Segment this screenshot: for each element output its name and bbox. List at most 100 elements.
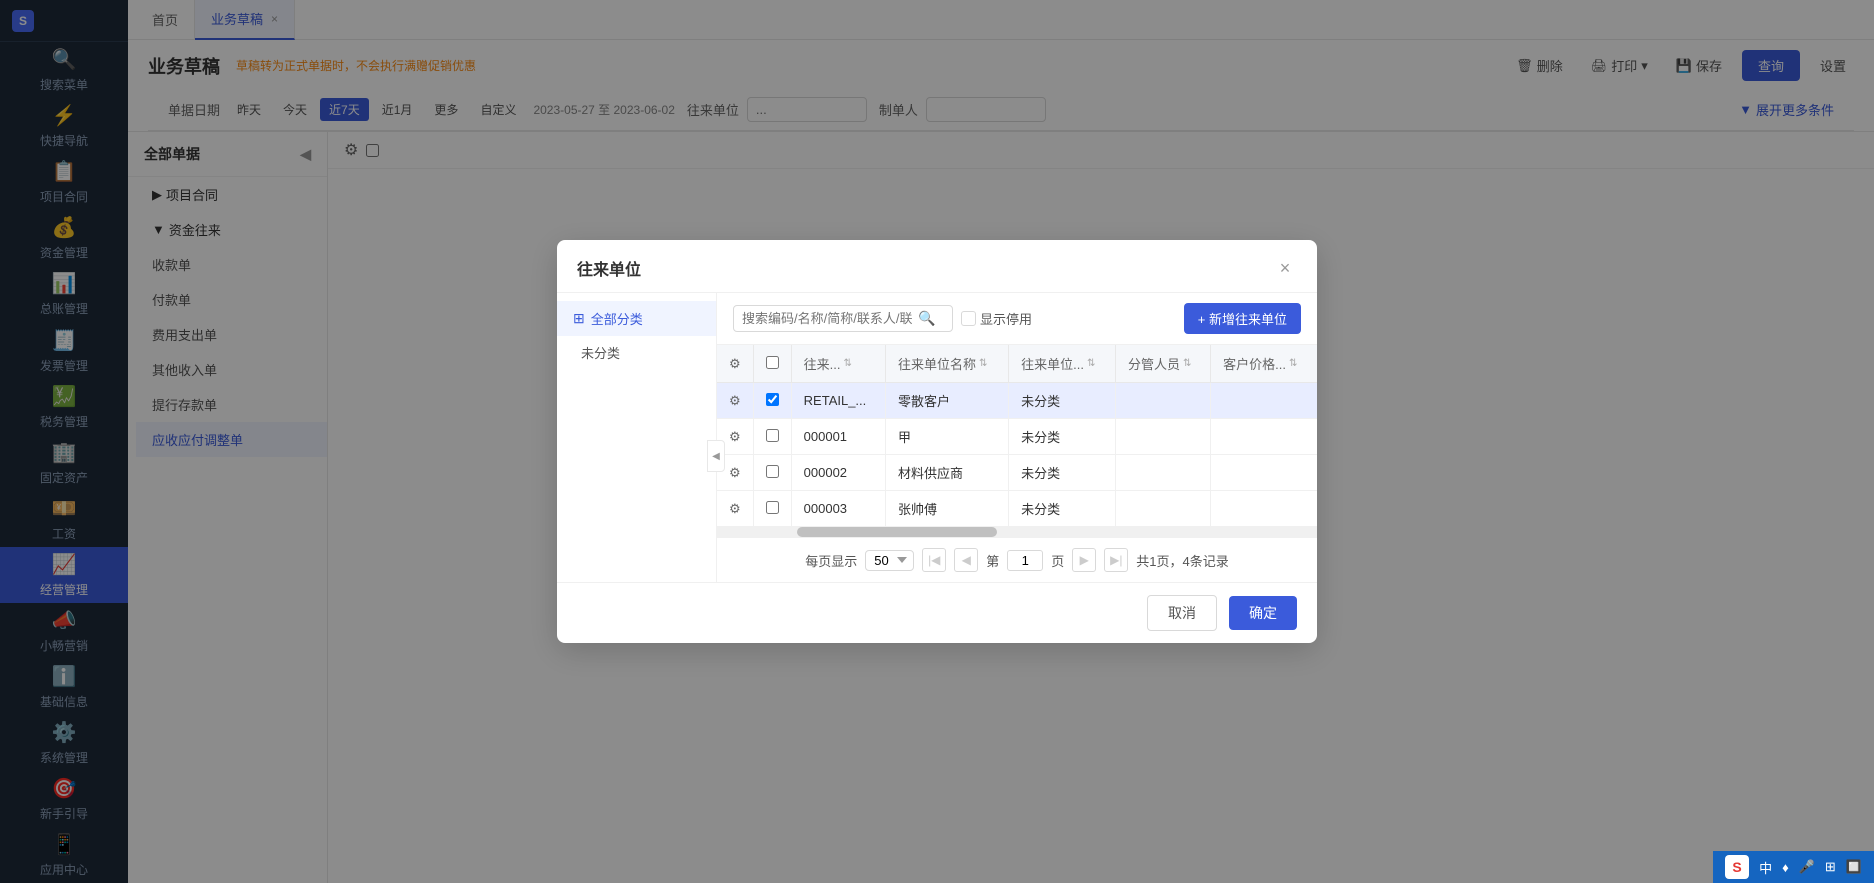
- table-row[interactable]: ⚙ RETAIL_... 零散客户: [717, 383, 1317, 419]
- td-code-1: RETAIL_...: [791, 383, 885, 419]
- td-manager-3: [1115, 455, 1210, 491]
- td-manager-1: [1115, 383, 1210, 419]
- row-settings-icon-4[interactable]: ⚙: [729, 501, 741, 516]
- new-partner-button[interactable]: + 新增往来单位: [1184, 303, 1301, 334]
- th-check[interactable]: [753, 345, 791, 383]
- row-settings-icon-3[interactable]: ⚙: [729, 465, 741, 480]
- taskbar-icon-cn[interactable]: 中: [1759, 858, 1772, 877]
- partner-table: ⚙ 往来... ⇅: [717, 345, 1317, 527]
- dialog-content: 🔍 显示停用 + 新增往来单位: [717, 293, 1317, 582]
- td-check-2[interactable]: [753, 419, 791, 455]
- tree-collapse-btn[interactable]: ◀: [707, 440, 717, 472]
- th-category: 往来单位... ⇅: [1009, 345, 1116, 383]
- taskbar-icon-diamond[interactable]: ♦: [1782, 860, 1789, 875]
- show-disabled-checkbox[interactable]: [961, 311, 976, 326]
- dialog-title: 往来单位: [577, 256, 641, 280]
- taskbar: S 中 ♦ 🎤 ⊞ 🔲: [1713, 851, 1874, 883]
- th-price-level: 客户价格... ⇅: [1211, 345, 1317, 383]
- tree-sub: 未分类: [557, 336, 716, 369]
- row-checkbox-2[interactable]: [766, 429, 779, 442]
- dialog-header: 往来单位 ×: [557, 240, 1317, 293]
- td-price-1: [1211, 383, 1317, 419]
- dialog-pagination: 每页显示 50 |◀ ◀ 第 页 ▶ ▶| 共1页，4条记录: [717, 537, 1317, 582]
- td-settings-1: ⚙: [717, 383, 753, 419]
- th-name: 往来单位名称 ⇅: [885, 345, 1008, 383]
- select-all-table-checkbox[interactable]: [766, 356, 779, 369]
- td-check-1[interactable]: [753, 383, 791, 419]
- row-checkbox-1[interactable]: [766, 393, 779, 406]
- sort-manager-icon[interactable]: ⇅: [1183, 358, 1191, 369]
- td-category-4: 未分类: [1009, 491, 1116, 527]
- table-row[interactable]: ⚙ 000002 材料供应商: [717, 455, 1317, 491]
- th-code: 往来... ⇅: [791, 345, 885, 383]
- per-page-select[interactable]: 50: [865, 550, 914, 571]
- sort-category-icon[interactable]: ⇅: [1087, 358, 1095, 369]
- td-price-2: [1211, 419, 1317, 455]
- next-page-btn[interactable]: ▶: [1072, 548, 1096, 572]
- table-header-row: ⚙ 往来... ⇅: [717, 345, 1317, 383]
- page-label: 第: [986, 551, 999, 570]
- search-box: 🔍: [733, 305, 953, 332]
- taskbar-icon-mic[interactable]: 🎤: [1799, 859, 1815, 875]
- prev-page-btn[interactable]: ◀: [954, 548, 978, 572]
- table-row[interactable]: ⚙ 000001 甲: [717, 419, 1317, 455]
- row-settings-icon-2[interactable]: ⚙: [729, 429, 741, 444]
- th-settings[interactable]: ⚙: [717, 345, 753, 383]
- taskbar-logo[interactable]: S: [1725, 855, 1749, 879]
- td-category-1: 未分类: [1009, 383, 1116, 419]
- row-checkbox-4[interactable]: [766, 501, 779, 514]
- th-manager: 分管人员 ⇅: [1115, 345, 1210, 383]
- td-manager-2: [1115, 419, 1210, 455]
- dialog-tree: ⊞ 全部分类 未分类 ◀: [557, 293, 717, 582]
- td-code-2: 000001: [791, 419, 885, 455]
- row-settings-icon-1[interactable]: ⚙: [729, 393, 741, 408]
- sort-name-icon[interactable]: ⇅: [979, 358, 987, 369]
- td-check-3[interactable]: [753, 455, 791, 491]
- dialog-body: ⊞ 全部分类 未分类 ◀: [557, 293, 1317, 582]
- search-icon[interactable]: 🔍: [918, 310, 935, 327]
- total-info: 共1页，4条记录: [1136, 551, 1228, 570]
- last-page-btn[interactable]: ▶|: [1104, 548, 1128, 572]
- dialog-content-toolbar: 🔍 显示停用 + 新增往来单位: [717, 293, 1317, 345]
- td-price-3: [1211, 455, 1317, 491]
- dialog-close-button[interactable]: ×: [1273, 256, 1297, 280]
- tree-collapse-icon: ◀: [712, 451, 717, 462]
- page-suffix: 页: [1051, 551, 1064, 570]
- tree-item-all[interactable]: ⊞ 全部分类: [557, 301, 716, 336]
- td-category-3: 未分类: [1009, 455, 1116, 491]
- dialog-table: ⚙ 往来... ⇅: [717, 345, 1317, 527]
- dialog-toolbar-left: 🔍 显示停用: [733, 305, 1032, 332]
- grid-icon: ⊞: [573, 310, 585, 327]
- taskbar-icon-box[interactable]: 🔲: [1846, 859, 1862, 875]
- td-code-3: 000002: [791, 455, 885, 491]
- td-name-4: 张帅傅: [885, 491, 1008, 527]
- row-checkbox-3[interactable]: [766, 465, 779, 478]
- scrollbar-thumb[interactable]: [797, 527, 997, 537]
- dialog-overlay[interactable]: 往来单位 × ⊞ 全部分类 未分类 ◀: [0, 0, 1874, 883]
- td-category-2: 未分类: [1009, 419, 1116, 455]
- td-name-3: 材料供应商: [885, 455, 1008, 491]
- td-manager-4: [1115, 491, 1210, 527]
- page-input[interactable]: [1007, 550, 1043, 571]
- show-disabled-label[interactable]: 显示停用: [961, 309, 1032, 328]
- table-row[interactable]: ⚙ 000003 张帅傅: [717, 491, 1317, 527]
- horizontal-scrollbar[interactable]: [717, 527, 1317, 537]
- sort-code-icon[interactable]: ⇅: [844, 358, 852, 369]
- sort-price-icon[interactable]: ⇅: [1289, 358, 1297, 369]
- first-page-btn[interactable]: |◀: [922, 548, 946, 572]
- dialog-footer: 取消 确定: [557, 582, 1317, 643]
- td-code-4: 000003: [791, 491, 885, 527]
- confirm-button[interactable]: 确定: [1229, 596, 1297, 630]
- table-settings-icon[interactable]: ⚙: [729, 356, 741, 371]
- cancel-button[interactable]: 取消: [1147, 595, 1217, 631]
- taskbar-icon-grid[interactable]: ⊞: [1825, 859, 1836, 875]
- td-check-4[interactable]: [753, 491, 791, 527]
- td-settings-4: ⚙: [717, 491, 753, 527]
- td-name-1: 零散客户: [885, 383, 1008, 419]
- td-name-2: 甲: [885, 419, 1008, 455]
- td-price-4: [1211, 491, 1317, 527]
- per-page-label: 每页显示: [805, 551, 857, 570]
- tree-item-unclassified[interactable]: 未分类: [565, 336, 716, 369]
- partner-dialog: 往来单位 × ⊞ 全部分类 未分类 ◀: [557, 240, 1317, 643]
- search-input[interactable]: [742, 311, 912, 326]
